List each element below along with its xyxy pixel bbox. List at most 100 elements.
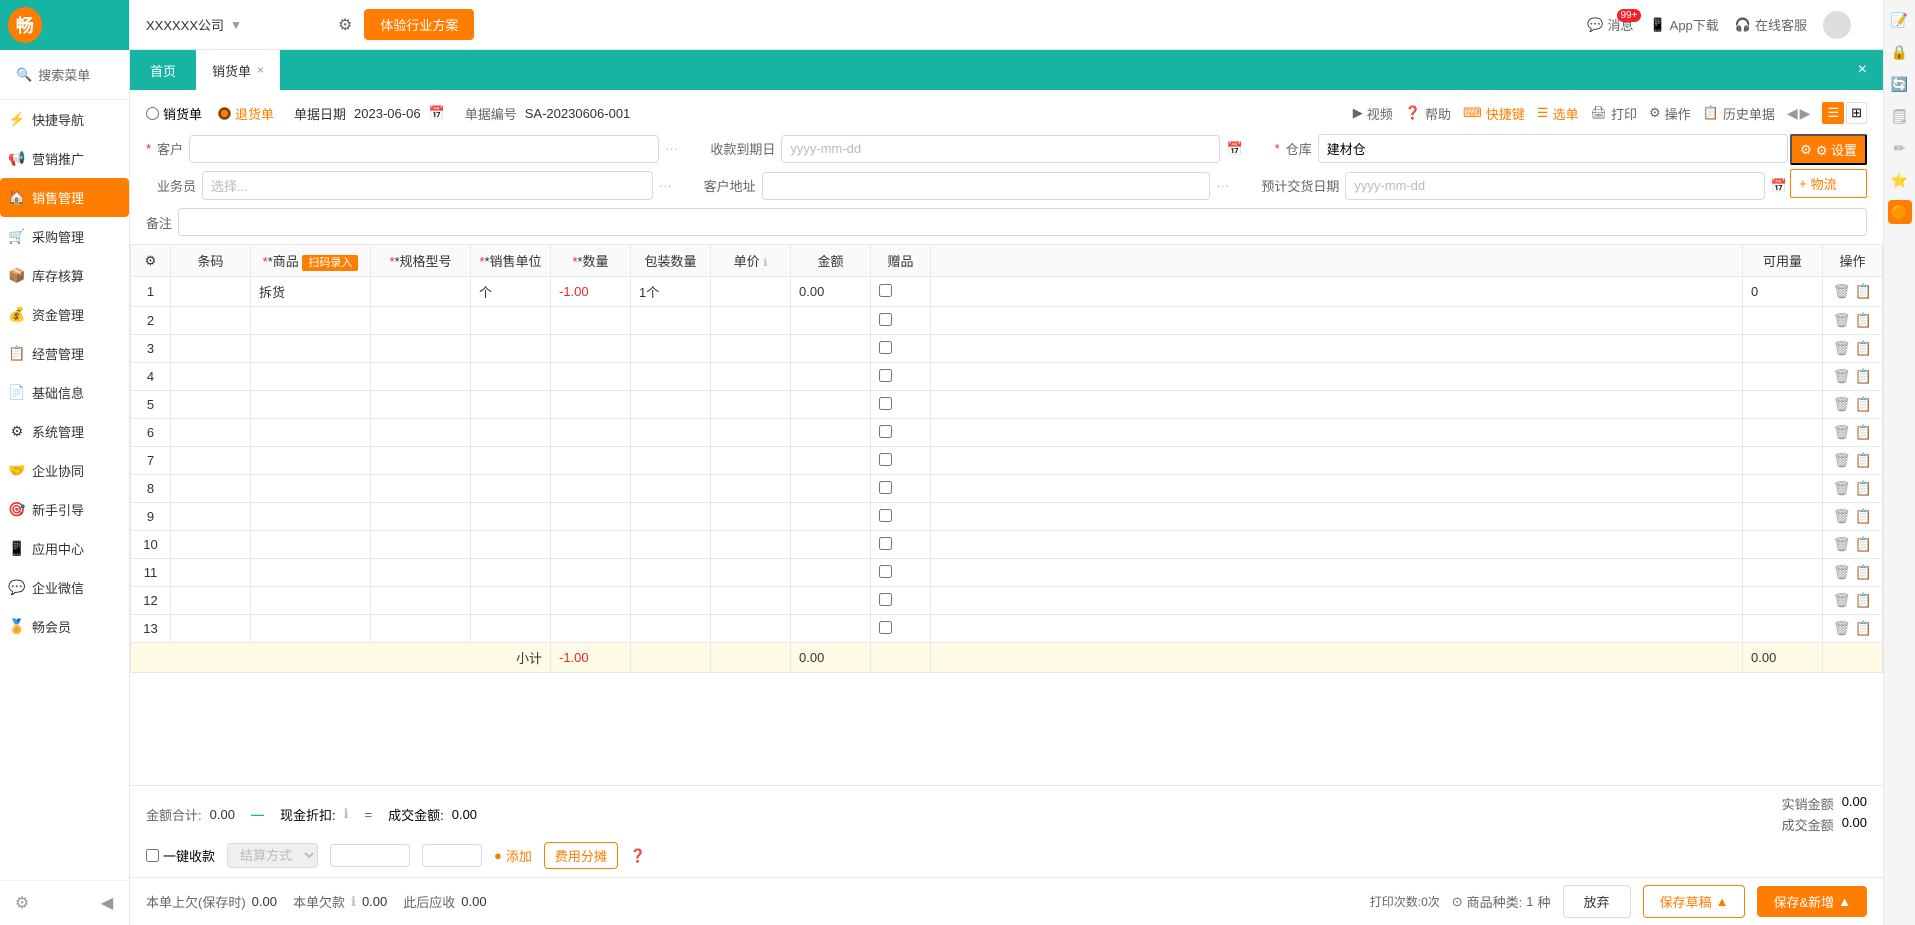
delete-icon[interactable]: 🗑 — [1833, 368, 1851, 385]
row-pkg[interactable] — [631, 615, 711, 643]
row-amount[interactable] — [791, 391, 871, 419]
settings-icon[interactable]: ⚙ — [8, 889, 36, 917]
row-pkg[interactable] — [631, 559, 711, 587]
row-qty[interactable] — [551, 503, 631, 531]
copy-icon[interactable]: 📋 — [1855, 592, 1872, 609]
add-payment-button[interactable]: ● 添加 — [494, 846, 532, 865]
expected-date-calendar-icon[interactable]: 📅 — [1771, 178, 1787, 194]
row-spec[interactable] — [371, 587, 471, 615]
history-btn[interactable]: 📋 历史单据 — [1703, 104, 1775, 123]
customer-address-input[interactable] — [762, 172, 1211, 200]
sidebar-item-快捷导航[interactable]: ⚡快捷导航 — [0, 100, 129, 139]
payment-account-input[interactable] — [330, 844, 410, 867]
row-price[interactable] — [711, 277, 791, 307]
row-qty[interactable] — [551, 419, 631, 447]
row-barcode[interactable] — [171, 277, 251, 307]
collapse-icon[interactable]: ◀ — [93, 889, 121, 917]
row-barcode[interactable] — [171, 391, 251, 419]
salesperson-more-icon[interactable]: ··· — [659, 178, 672, 193]
row-spec[interactable] — [371, 531, 471, 559]
row-amount[interactable] — [791, 587, 871, 615]
row-spec[interactable] — [371, 447, 471, 475]
delete-icon[interactable]: 🗑 — [1833, 452, 1851, 469]
discount-info-icon[interactable]: ℹ — [344, 806, 349, 822]
row-amount[interactable] — [791, 531, 871, 559]
row-amount[interactable] — [791, 363, 871, 391]
row-price[interactable] — [711, 503, 791, 531]
row-gift[interactable] — [871, 419, 931, 447]
row-spec[interactable] — [371, 363, 471, 391]
row-spec[interactable] — [371, 419, 471, 447]
row-barcode[interactable] — [171, 475, 251, 503]
sidebar-item-营销推广[interactable]: 📢营销推广 — [0, 139, 129, 178]
copy-icon[interactable]: 📋 — [1855, 340, 1872, 357]
row-price[interactable] — [711, 391, 791, 419]
row-qty[interactable] — [551, 559, 631, 587]
row-unit[interactable]: 个 — [471, 277, 551, 307]
right-icon-7[interactable]: 🟠 — [1888, 200, 1912, 224]
row-spec[interactable] — [371, 559, 471, 587]
radio-return[interactable]: 退货单 — [218, 104, 274, 123]
row-barcode[interactable] — [171, 363, 251, 391]
row-qty[interactable] — [551, 307, 631, 335]
row-pkg[interactable] — [631, 475, 711, 503]
footer-help-icon[interactable]: ❓ — [630, 848, 646, 864]
sidebar-item-新手引导[interactable]: 🎯新手引导 — [0, 490, 129, 529]
row-price[interactable] — [711, 447, 791, 475]
delete-icon[interactable]: 🗑 — [1833, 424, 1851, 441]
avatar[interactable] — [1823, 11, 1851, 39]
row-unit[interactable] — [471, 615, 551, 643]
row-unit[interactable] — [471, 363, 551, 391]
topbar-gear-icon[interactable]: ⚙ — [338, 15, 352, 35]
row-price[interactable] — [711, 307, 791, 335]
row-pkg[interactable] — [631, 503, 711, 531]
delete-icon[interactable]: 🗑 — [1833, 283, 1851, 300]
row-amount[interactable] — [791, 615, 871, 643]
row-product[interactable] — [251, 475, 371, 503]
row-product[interactable] — [251, 363, 371, 391]
copy-icon[interactable]: 📋 — [1855, 424, 1872, 441]
row-pkg[interactable] — [631, 419, 711, 447]
row-product[interactable] — [251, 503, 371, 531]
sidebar-item-采购管理[interactable]: 🛒采购管理 — [0, 217, 129, 256]
row-gift[interactable] — [871, 587, 931, 615]
remark-input[interactable] — [178, 208, 1867, 236]
row-gift[interactable] — [871, 391, 931, 419]
online-service-button[interactable]: 🎧 在线客服 — [1735, 15, 1807, 34]
row-price[interactable] — [711, 587, 791, 615]
row-gift[interactable] — [871, 559, 931, 587]
delete-icon[interactable]: 🗑 — [1833, 536, 1851, 553]
row-gift[interactable] — [871, 615, 931, 643]
row-pkg[interactable] — [631, 363, 711, 391]
delete-icon[interactable]: 🗑 — [1833, 508, 1851, 525]
grid-view-btn[interactable]: ⊞ — [1846, 102, 1867, 124]
row-product[interactable] — [251, 615, 371, 643]
row-pkg[interactable] — [631, 307, 711, 335]
row-unit[interactable] — [471, 391, 551, 419]
right-icon-4[interactable]: 🗒 — [1888, 104, 1912, 128]
row-qty[interactable] — [551, 391, 631, 419]
row-unit[interactable] — [471, 475, 551, 503]
app-download-button[interactable]: 📱 App下载 — [1649, 15, 1718, 34]
trial-button[interactable]: 体验行业方案 — [364, 9, 474, 40]
payment-date-input[interactable]: yyyy-mm-dd — [781, 135, 1220, 163]
tabbar-close-button[interactable]: × — [1842, 61, 1883, 79]
operation-btn[interactable]: ⚙ 操作 — [1649, 104, 1691, 123]
row-amount[interactable] — [791, 447, 871, 475]
next-arrow[interactable]: ▶ — [1800, 105, 1811, 122]
row-barcode[interactable] — [171, 447, 251, 475]
right-icon-3[interactable]: 🔄 — [1888, 72, 1912, 96]
row-price[interactable] — [711, 363, 791, 391]
delete-icon[interactable]: 🗑 — [1833, 340, 1851, 357]
sidebar-item-资金管理[interactable]: 💰资金管理 — [0, 295, 129, 334]
row-product[interactable]: 拆货 — [251, 277, 371, 307]
row-unit[interactable] — [471, 587, 551, 615]
help-btn[interactable]: ❓ 帮助 — [1405, 104, 1451, 123]
delete-icon[interactable]: 🗑 — [1833, 620, 1851, 637]
onepay-checkbox[interactable]: 一键收款 — [146, 846, 215, 865]
row-barcode[interactable] — [171, 559, 251, 587]
row-spec[interactable] — [371, 335, 471, 363]
debt-info-icon[interactable]: ℹ — [351, 894, 356, 910]
row-gift[interactable] — [871, 277, 931, 307]
row-barcode[interactable] — [171, 419, 251, 447]
